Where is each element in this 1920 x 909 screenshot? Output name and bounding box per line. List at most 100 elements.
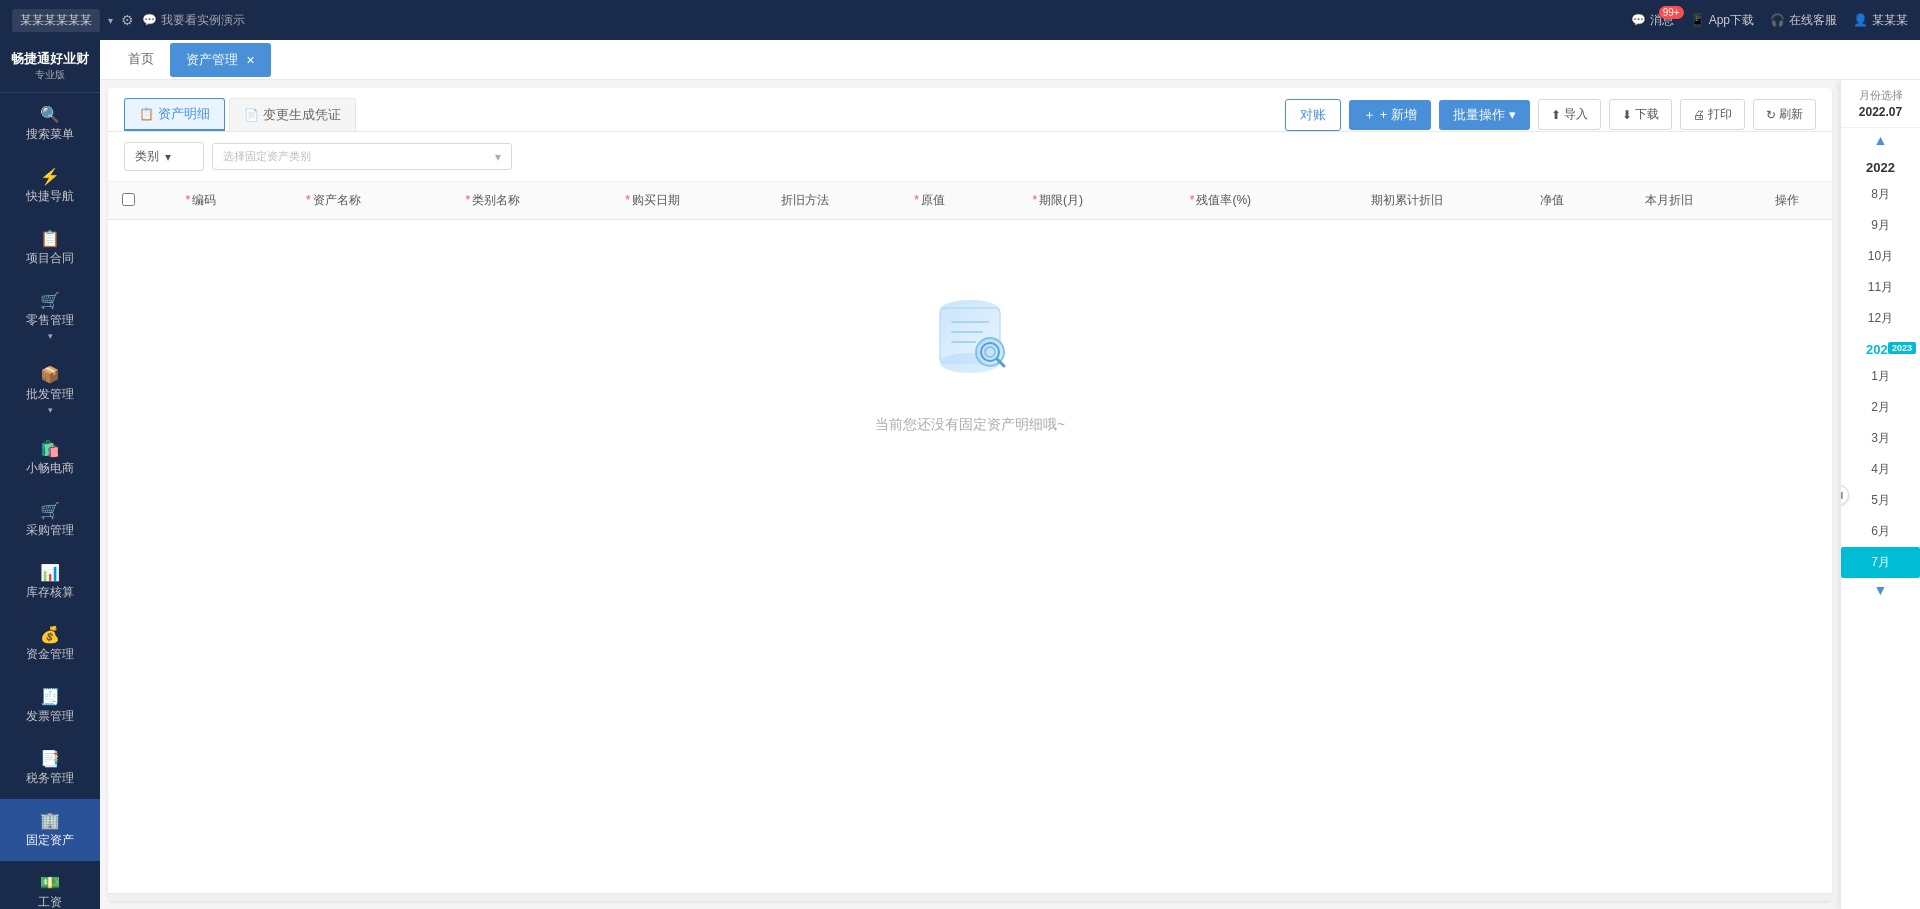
sidebar-item-label: 库存核算 [26, 584, 74, 601]
retail-icon: 🛒 [40, 291, 60, 310]
sidebar-item-retail-mgmt[interactable]: 🛒 零售管理 ▾ [0, 279, 100, 353]
tab-asset-mgmt[interactable]: 资产管理 ✕ [170, 43, 271, 77]
sidebar-item-salary[interactable]: 💵 工资 [0, 861, 100, 909]
sidebar-item-label: 工资 [38, 894, 62, 909]
ecommerce-icon: 🛍️ [40, 439, 60, 458]
filter-input-dropdown-icon: ▾ [495, 150, 501, 164]
sidebar-item-purchase-mgmt[interactable]: 🛒 采购管理 [0, 489, 100, 551]
month-item-6[interactable]: 6月 [1841, 516, 1920, 547]
month-item-9[interactable]: 9月 [1841, 210, 1920, 241]
month-item-5[interactable]: 5月 [1841, 485, 1920, 516]
reconcile-button[interactable]: 对账 [1285, 99, 1341, 131]
top-bar-right: 💬 消息 99+ 📱 App下载 🎧 在线客服 👤 某某某 [1631, 12, 1908, 29]
filter-dropdown-icon: ▾ [165, 150, 171, 164]
user-avatar[interactable]: 👤 某某某 [1853, 12, 1908, 29]
headset-icon: 🎧 [1770, 13, 1785, 27]
download-button[interactable]: ⬇ 下载 [1609, 99, 1672, 130]
year-2022-label: 2022 [1841, 152, 1920, 179]
messages-button[interactable]: 💬 消息 99+ [1631, 12, 1674, 29]
sidebar-item-invoice-mgmt[interactable]: 🧾 发票管理 [0, 675, 100, 737]
tab-close-icon[interactable]: ✕ [246, 54, 255, 66]
batch-icon: 📦 [40, 365, 60, 384]
sub-tabs-row: 📋 资产明细 📄 变更生成凭证 对账 ＋ + 新增 [108, 88, 1832, 132]
main-layout: 畅捷通好业财 专业版 🔍 搜索菜单 ⚡ 快捷导航 📋 项目合同 🛒 零售管理 ▾… [0, 40, 1920, 909]
sidebar-item-quick-nav[interactable]: ⚡ 快捷导航 [0, 155, 100, 217]
settings-icon[interactable]: ⚙ [121, 12, 134, 28]
month-item-2[interactable]: 2月 [1841, 392, 1920, 423]
current-month-display: 2022.07 [1845, 105, 1916, 119]
month-panel-title: 月份选择 [1845, 88, 1916, 103]
asset-detail-icon: 📋 [139, 107, 154, 121]
sidebar-item-label: 固定资产 [26, 832, 74, 849]
sidebar-item-project-contract[interactable]: 📋 项目合同 [0, 217, 100, 279]
add-button[interactable]: ＋ + 新增 [1349, 100, 1431, 130]
category-filter-select[interactable]: 类别 ▾ [124, 142, 204, 171]
category-placeholder: 选择固定资产类别 [223, 149, 311, 164]
sidebar-item-label: 资金管理 [26, 646, 74, 663]
top-bar: 某某某某某某 ▾ ⚙ 💬 我要看实例演示 💬 消息 99+ 📱 App下载 🎧 … [0, 0, 1920, 40]
toolbar: 对账 ＋ + 新增 批量操作 ▾ ⬆ 导入 [1285, 99, 1816, 131]
year-2023-label: 2023 2023 [1841, 334, 1920, 361]
batch-ops-button[interactable]: 批量操作 ▾ [1439, 100, 1530, 130]
app-subtitle: 专业版 [8, 68, 92, 82]
main-panel: 📋 资产明细 📄 变更生成凭证 对账 ＋ + 新增 [108, 88, 1832, 901]
month-item-1[interactable]: 1月 [1841, 361, 1920, 392]
demo-link[interactable]: 💬 我要看实例演示 [142, 12, 245, 29]
print-icon: 🖨 [1693, 108, 1705, 122]
tab-home[interactable]: 首页 [112, 42, 170, 78]
sub-tab-change-voucher[interactable]: 📄 变更生成凭证 [229, 98, 356, 131]
user-icon: 👤 [1853, 13, 1868, 27]
month-item-4[interactable]: 4月 [1841, 454, 1920, 485]
empty-state-message: 当前您还没有固定资产明细哦~ [875, 416, 1065, 434]
download-icon: 📱 [1690, 13, 1705, 27]
online-service-button[interactable]: 🎧 在线客服 [1770, 12, 1837, 29]
sidebar-item-label: 发票管理 [26, 708, 74, 725]
month-item-7[interactable]: 7月 [1841, 547, 1920, 578]
project-icon: 📋 [40, 229, 60, 248]
batch-dropdown-icon: ▾ [1509, 107, 1516, 122]
import-button[interactable]: ⬆ 导入 [1538, 99, 1601, 130]
sidebar-item-label: 快捷导航 [26, 188, 74, 205]
sidebar-item-fund-mgmt[interactable]: 💰 资金管理 [0, 613, 100, 675]
month-scroll-down-button[interactable]: ▼ [1870, 578, 1892, 602]
sidebar: 畅捷通好业财 专业版 🔍 搜索菜单 ⚡ 快捷导航 📋 项目合同 🛒 零售管理 ▾… [0, 40, 100, 909]
app-title: 畅捷通好业财 [8, 50, 92, 68]
sidebar-item-search-menu[interactable]: 🔍 搜索菜单 [0, 93, 100, 155]
invoice-icon: 🧾 [40, 687, 60, 706]
month-item-8[interactable]: 8月 [1841, 179, 1920, 210]
sidebar-item-label: 税务管理 [26, 770, 74, 787]
page-content: 📋 资产明细 📄 变更生成凭证 对账 ＋ + 新增 [100, 80, 1920, 909]
quick-nav-icon: ⚡ [40, 167, 60, 186]
sidebar-item-tax-mgmt[interactable]: 📑 税务管理 [0, 737, 100, 799]
print-button[interactable]: 🖨 打印 [1680, 99, 1745, 130]
sidebar-item-label: 小畅电商 [26, 460, 74, 477]
sidebar-logo: 畅捷通好业财 专业版 [0, 40, 100, 93]
search-menu-icon: 🔍 [40, 105, 60, 124]
chevron-down-icon: ▾ [48, 331, 53, 341]
inventory-icon: 📊 [40, 563, 60, 582]
month-scroll-up-button[interactable]: ▲ [1870, 128, 1892, 152]
tax-icon: 📑 [40, 749, 60, 768]
refresh-button[interactable]: ↻ 刷新 [1753, 99, 1816, 130]
chevron-down-icon: ▾ [48, 405, 53, 415]
sub-tab-asset-detail[interactable]: 📋 资产明细 [124, 98, 225, 131]
app-download-button[interactable]: 📱 App下载 [1690, 12, 1754, 29]
sidebar-item-batch-mgmt[interactable]: 📦 批发管理 ▾ [0, 353, 100, 427]
category-filter-input[interactable]: 选择固定资产类别 ▾ [212, 143, 512, 170]
month-item-10[interactable]: 10月 [1841, 241, 1920, 272]
company-dropdown-icon[interactable]: ▾ [108, 15, 113, 26]
refresh-icon: ↻ [1766, 108, 1776, 122]
sidebar-item-label: 搜索菜单 [26, 126, 74, 143]
month-item-12[interactable]: 12月 [1841, 303, 1920, 334]
month-item-11[interactable]: 11月 [1841, 272, 1920, 303]
select-all-checkbox[interactable] [122, 193, 135, 206]
year-current-badge: 2023 [1888, 342, 1916, 354]
bottom-scrollbar[interactable] [108, 893, 1832, 901]
month-panel-header: 月份选择 2022.07 [1841, 80, 1920, 128]
company-name[interactable]: 某某某某某某 [12, 9, 100, 32]
sidebar-item-ecommerce[interactable]: 🛍️ 小畅电商 [0, 427, 100, 489]
fixed-assets-icon: 🏢 [40, 811, 60, 830]
month-item-3[interactable]: 3月 [1841, 423, 1920, 454]
sidebar-item-inventory[interactable]: 📊 库存核算 [0, 551, 100, 613]
sidebar-item-fixed-assets[interactable]: 🏢 固定资产 [0, 799, 100, 861]
